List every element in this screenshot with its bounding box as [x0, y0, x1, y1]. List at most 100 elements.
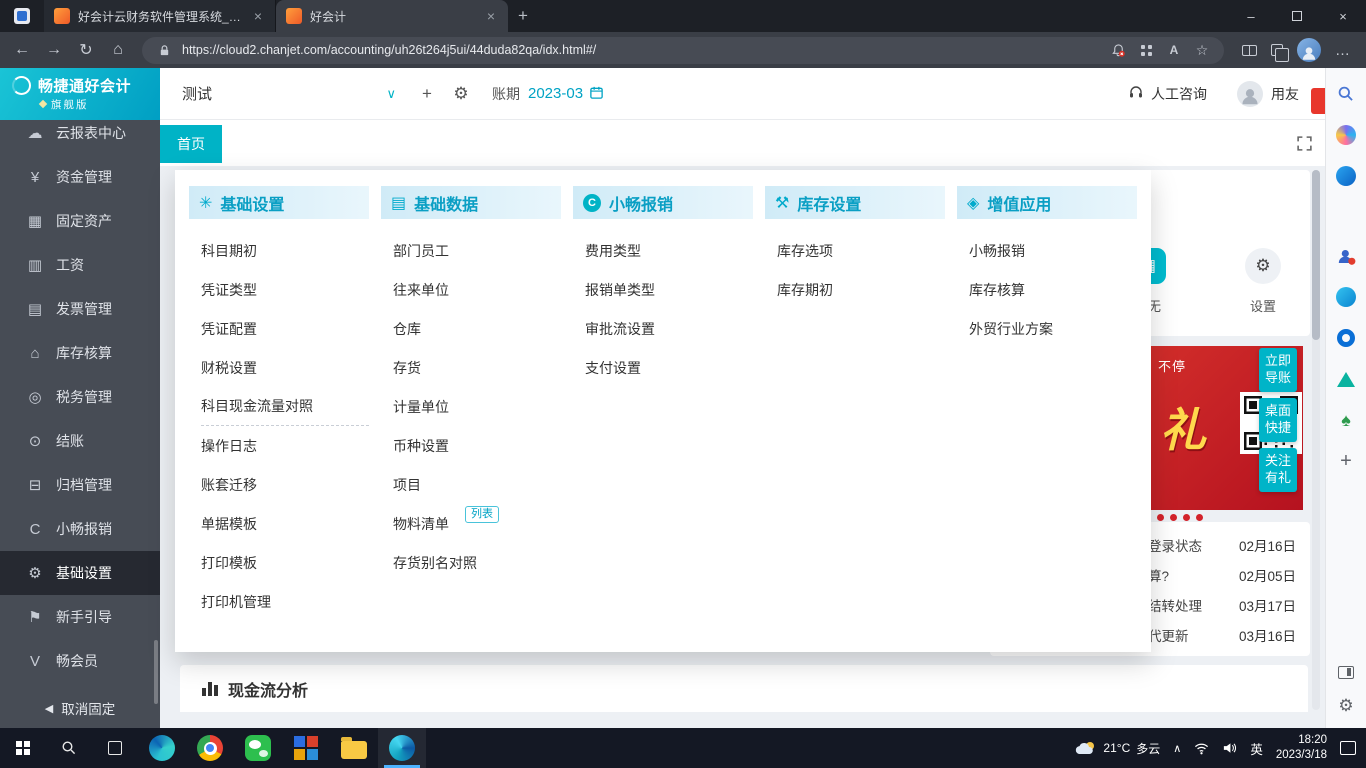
todo-item[interactable]: 结转处理 03月17日	[1148, 590, 1296, 620]
sidebar-item-invoices[interactable]: ▤ 发票管理	[0, 287, 160, 331]
todo-item[interactable]: 登录状态 02月16日	[1148, 530, 1296, 560]
rail-drop-icon[interactable]	[1336, 369, 1356, 389]
menu-item[interactable]: 打印机管理	[201, 582, 369, 621]
sidebar-item-tax[interactable]: ◎ 税务管理	[0, 375, 160, 419]
split-screen-icon[interactable]	[1242, 44, 1257, 56]
quick-settings-gear-icon[interactable]: ⚙	[1245, 248, 1281, 284]
sidebar-item-basic-settings[interactable]: ⚙ 基础设置	[0, 551, 160, 595]
workspaces-icon[interactable]	[14, 8, 30, 24]
desktop-shortcut-button[interactable]: 桌面快捷	[1259, 398, 1297, 442]
weather-widget[interactable]: 21°C 多云	[1075, 740, 1160, 757]
menu-item[interactable]: 科目现金流量对照	[201, 387, 369, 426]
new-tab-button[interactable]: +	[508, 0, 538, 32]
menu-item[interactable]: 往来单位	[393, 270, 561, 309]
rail-skype-icon[interactable]	[1336, 287, 1356, 307]
taskbar-app-edge-active[interactable]	[378, 728, 426, 768]
browser-tab-2-active[interactable]: 好会计 ×	[276, 0, 508, 32]
site-info-grid-icon[interactable]	[1136, 40, 1156, 60]
content-scrollbar-thumb[interactable]	[1312, 170, 1320, 340]
menu-item[interactable]: 科目期初	[201, 231, 369, 270]
tab-home[interactable]: 首页	[160, 125, 222, 163]
rail-settings-gear-icon[interactable]: ⚙	[1336, 696, 1356, 716]
menu-item[interactable]: 币种设置	[393, 426, 561, 465]
address-bar[interactable]: https://cloud2.chanjet.com/accounting/uh…	[142, 36, 1224, 64]
menu-item[interactable]: 单据模板	[201, 504, 369, 543]
rail-customize-icon[interactable]	[1336, 662, 1356, 682]
brand-block[interactable]: 畅捷通好会计 旗舰版	[0, 67, 160, 120]
taskbar-app-wechat[interactable]	[234, 728, 282, 768]
menu-item[interactable]: 支付设置	[585, 348, 753, 387]
sidebar-item-funds[interactable]: ¥ 资金管理	[0, 155, 160, 199]
menu-item[interactable]: 存货	[393, 348, 561, 387]
menu-item[interactable]: 仓库	[393, 309, 561, 348]
copilot-icon[interactable]	[1336, 125, 1356, 145]
browser-tab-1[interactable]: 好会计云财务软件管理系统_会计 ×	[44, 0, 276, 32]
taskbar-app-edge-dev[interactable]	[138, 728, 186, 768]
menu-item[interactable]: 外贸行业方案	[969, 309, 1137, 348]
menu-item[interactable]: 打印模板	[201, 543, 369, 582]
account-set-selector[interactable]: 测试 ∨	[160, 83, 410, 104]
forward-button[interactable]: →	[40, 36, 68, 64]
carousel-dot[interactable]	[1183, 514, 1190, 521]
taskbar-search-button[interactable]	[46, 728, 92, 768]
action-center-icon[interactable]	[1340, 741, 1356, 755]
menu-item[interactable]: 凭证配置	[201, 309, 369, 348]
menu-item[interactable]: 操作日志	[201, 426, 369, 465]
rail-search-icon[interactable]	[1336, 84, 1356, 104]
browser-menu-icon[interactable]: …	[1335, 42, 1350, 59]
notifications-blocked-icon[interactable]	[1108, 40, 1128, 60]
follow-gift-button[interactable]: 关注有礼	[1259, 448, 1297, 492]
tab-close-icon[interactable]: ×	[482, 7, 500, 25]
collections-icon[interactable]	[1271, 44, 1289, 62]
todo-item[interactable]: 算? 02月05日	[1148, 560, 1296, 590]
sidebar-item-reimburse[interactable]: C 小畅报销	[0, 507, 160, 551]
user-menu[interactable]: 用友	[1237, 80, 1299, 107]
menu-item[interactable]: 报销单类型	[585, 270, 753, 309]
menu-item[interactable]: 存货别名对照	[393, 543, 561, 582]
menu-item[interactable]: 部门员工	[393, 231, 561, 270]
account-settings-gear-icon[interactable]: ⚙	[444, 84, 478, 104]
sidebar-item-beginner-guide[interactable]: ⚑ 新手引导	[0, 595, 160, 639]
read-aloud-icon[interactable]: A	[1164, 40, 1184, 60]
carousel-dot[interactable]	[1170, 514, 1177, 521]
refresh-button[interactable]: ↻	[72, 36, 100, 64]
carousel-dot[interactable]	[1157, 514, 1164, 521]
rail-discover-icon[interactable]	[1336, 166, 1356, 186]
start-button[interactable]	[0, 728, 46, 768]
volume-icon[interactable]	[1222, 741, 1237, 755]
menu-item[interactable]: 库存核算	[969, 270, 1137, 309]
rail-microsoft365-icon[interactable]	[1336, 246, 1356, 266]
menu-item[interactable]: 库存期初	[777, 270, 945, 309]
add-account-set-button[interactable]: +	[410, 84, 444, 104]
network-icon[interactable]	[1194, 742, 1209, 755]
window-maximize-button[interactable]	[1274, 0, 1320, 32]
sidebar-item-archive[interactable]: ⊟ 归档管理	[0, 463, 160, 507]
menu-item[interactable]: 库存选项	[777, 231, 945, 270]
fullscreen-icon[interactable]	[1293, 132, 1315, 154]
task-view-button[interactable]	[92, 728, 138, 768]
menu-item[interactable]: 项目	[393, 465, 561, 504]
browser-profile-avatar[interactable]	[1297, 38, 1321, 62]
rail-outlook-icon[interactable]	[1336, 328, 1356, 348]
home-button[interactable]: ⌂	[104, 36, 132, 64]
menu-item[interactable]: 计量单位	[393, 387, 561, 426]
taskbar-app-chrome[interactable]	[186, 728, 234, 768]
sidebar-item-cloud-reports[interactable]: ☁ 云报表中心	[0, 120, 160, 155]
taskbar-clock[interactable]: 18:20 2023/3/18	[1276, 733, 1327, 763]
tray-chevron-up-icon[interactable]: ∧	[1173, 742, 1181, 755]
menu-item[interactable]: 审批流设置	[585, 309, 753, 348]
sidebar-item-closing[interactable]: ⊙ 结账	[0, 419, 160, 463]
carousel-dot[interactable]	[1196, 514, 1203, 521]
unpin-sidebar-button[interactable]: ◀ 取消固定	[0, 698, 160, 718]
menu-item[interactable]: 费用类型	[585, 231, 753, 270]
period-picker[interactable]: 2023-03	[528, 85, 604, 103]
sidebar-item-inventory[interactable]: ⌂ 库存核算	[0, 331, 160, 375]
sidebar-scrollbar-thumb[interactable]	[154, 640, 158, 704]
menu-item[interactable]: 小畅报销	[969, 231, 1137, 270]
tab-close-icon[interactable]: ×	[249, 7, 267, 25]
menu-item[interactable]: 物料清单 列表	[393, 504, 561, 543]
ime-indicator[interactable]: 英	[1250, 739, 1263, 758]
rail-add-icon[interactable]: +	[1336, 450, 1356, 472]
rail-solitaire-icon[interactable]: ♠	[1336, 410, 1356, 430]
sidebar-item-fixed-assets[interactable]: ▦ 固定资产	[0, 199, 160, 243]
